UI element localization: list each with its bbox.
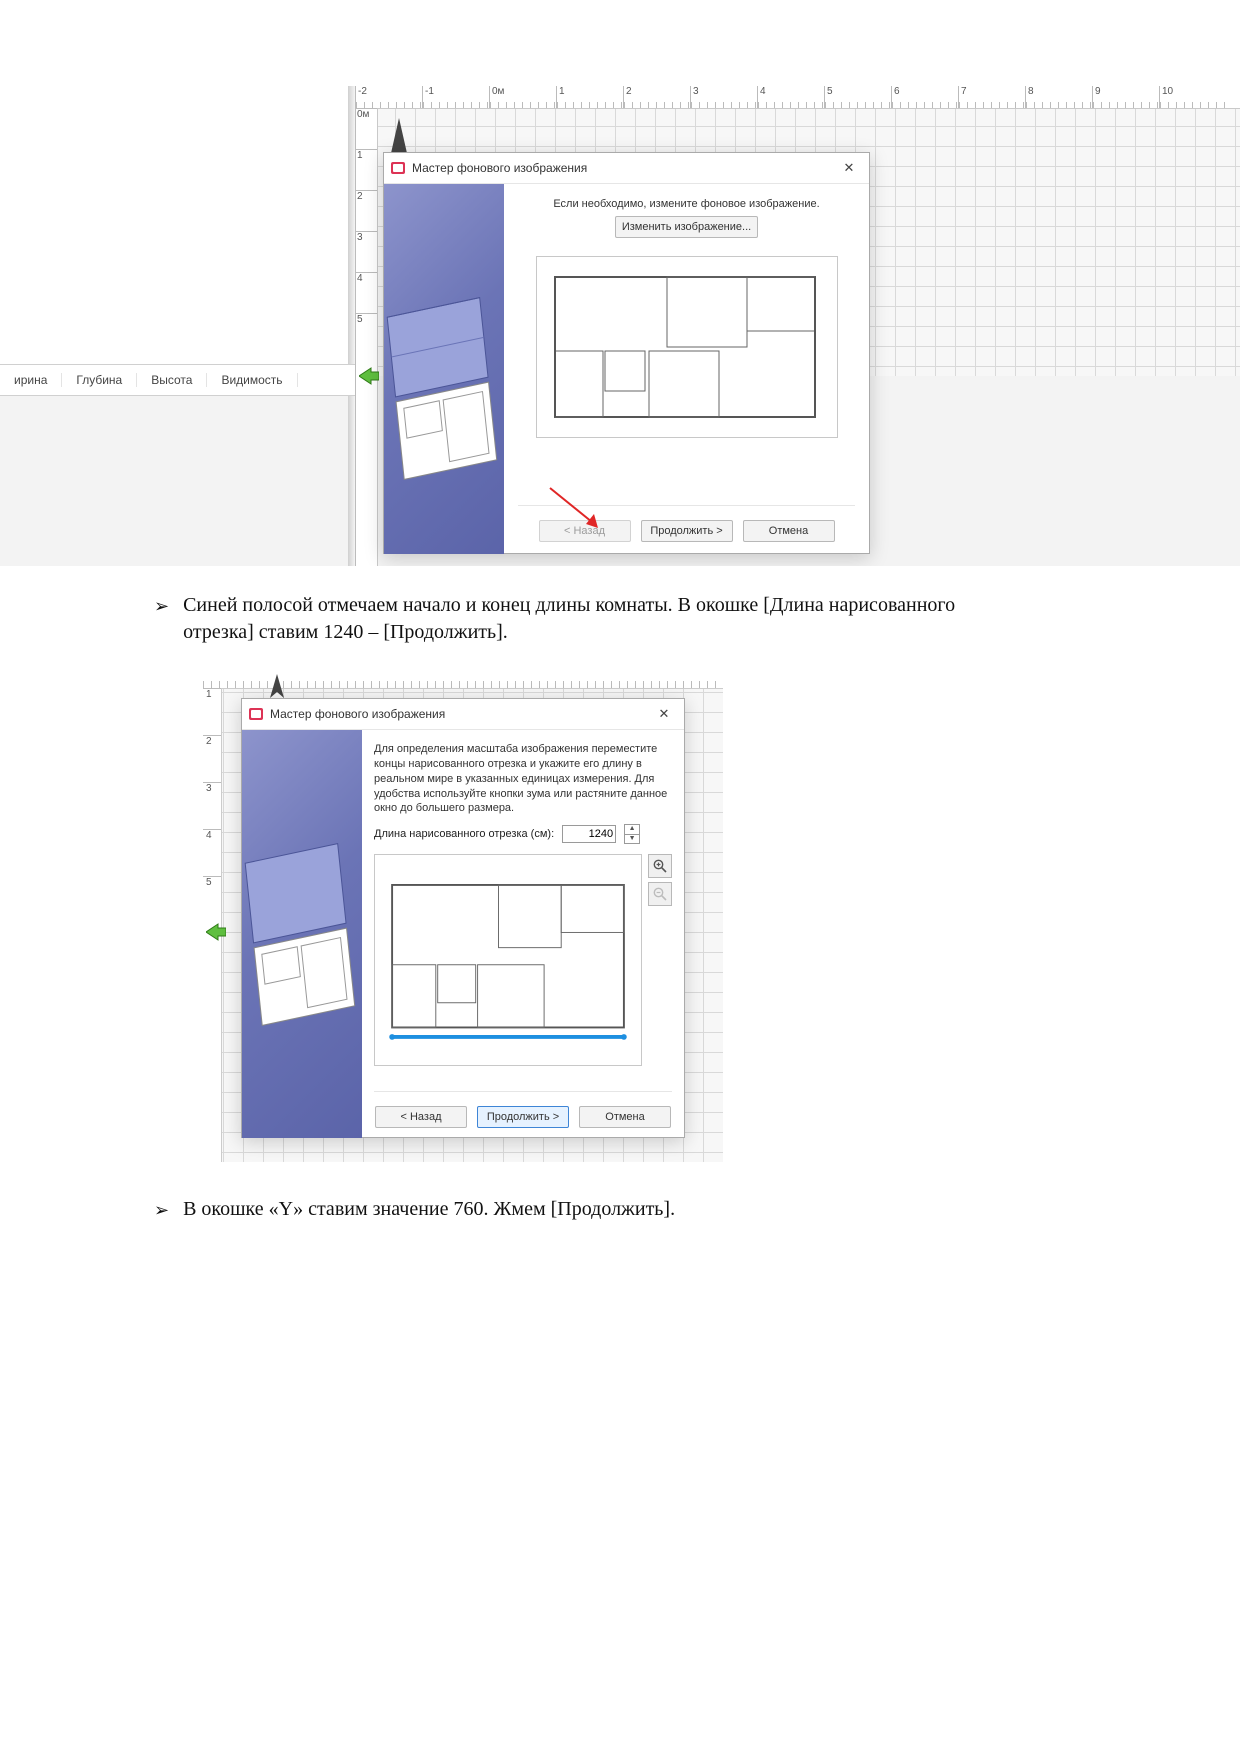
cancel-button[interactable]: Отмена	[743, 520, 835, 542]
instruction-text: Синей полосой отмечаем начало и конец дл…	[183, 592, 984, 646]
cancel-button[interactable]: Отмена	[579, 1106, 671, 1128]
spinner-down-icon[interactable]: ▼	[625, 835, 639, 844]
spinner-control[interactable]: ▲ ▼	[624, 824, 640, 844]
wizard-side-banner	[242, 730, 362, 1138]
pane-separator[interactable]	[348, 86, 356, 566]
prop-height: Высота	[137, 373, 207, 387]
instruction-item-1: ➢ Синей полосой отмечаем начало и конец …	[154, 592, 984, 646]
back-button[interactable]: < Назад	[375, 1106, 467, 1128]
prop-visibility: Видимость	[207, 373, 297, 387]
wizard-side-banner	[384, 184, 504, 554]
next-button[interactable]: Продолжить >	[641, 520, 733, 542]
change-image-button[interactable]: Изменить изображение...	[615, 216, 758, 238]
zoom-out-button[interactable]	[648, 882, 672, 906]
back-arrow-icon[interactable]	[206, 922, 226, 942]
floorplan-preview[interactable]	[374, 854, 642, 1066]
close-icon[interactable]: ✕	[835, 158, 863, 178]
wizard-dialog-change-image: Мастер фонового изображения ✕ Если необх…	[383, 152, 870, 554]
property-row: ирина Глубина Высота Видимость	[0, 364, 355, 396]
instruction-text: В окошке «Y» ставим значение 760. Жмем […	[183, 1196, 675, 1223]
bullet-marker-icon: ➢	[154, 1196, 169, 1223]
back-arrow-icon[interactable]	[359, 366, 379, 386]
length-input[interactable]	[562, 825, 616, 843]
app-icon	[390, 160, 406, 176]
next-button[interactable]: Продолжить >	[477, 1106, 569, 1128]
dialog-title: Мастер фонового изображения	[412, 161, 835, 175]
bullet-marker-icon: ➢	[154, 592, 169, 646]
vertical-ruler: 0м 1 2 3 4 5	[355, 108, 378, 566]
wizard-dialog-scale: Мастер фонового изображения ✕ Для опреде…	[241, 698, 685, 1138]
back-button: < Назад	[539, 520, 631, 542]
dialog-title: Мастер фонового изображения	[270, 707, 650, 721]
prop-depth: Глубина	[62, 373, 137, 387]
length-field-label: Длина нарисованного отрезка (см):	[374, 828, 554, 840]
screenshot-1: -2 -1 0м 1 2 3 4 5 6 7 8 9 10 0м 1 2 3 4…	[0, 86, 1240, 566]
floorplan-preview	[536, 256, 838, 438]
app-icon	[248, 706, 264, 722]
dialog-message: Если необходимо, измените фоновое изобра…	[553, 198, 819, 210]
horizontal-ruler: -2 -1 0м 1 2 3 4 5 6 7 8 9 10	[355, 86, 1240, 109]
dialog-message: Для определения масштаба изображения пер…	[374, 742, 672, 816]
spinner-up-icon[interactable]: ▲	[625, 825, 639, 835]
prop-width: ирина	[0, 373, 62, 387]
zoom-in-button[interactable]	[648, 854, 672, 878]
close-icon[interactable]: ✕	[650, 704, 678, 724]
instruction-item-2: ➢ В окошке «Y» ставим значение 760. Жмем…	[154, 1196, 984, 1223]
screenshot-2: 1 2 3 4 5 Мастер фонового изображения ✕	[203, 672, 723, 1162]
